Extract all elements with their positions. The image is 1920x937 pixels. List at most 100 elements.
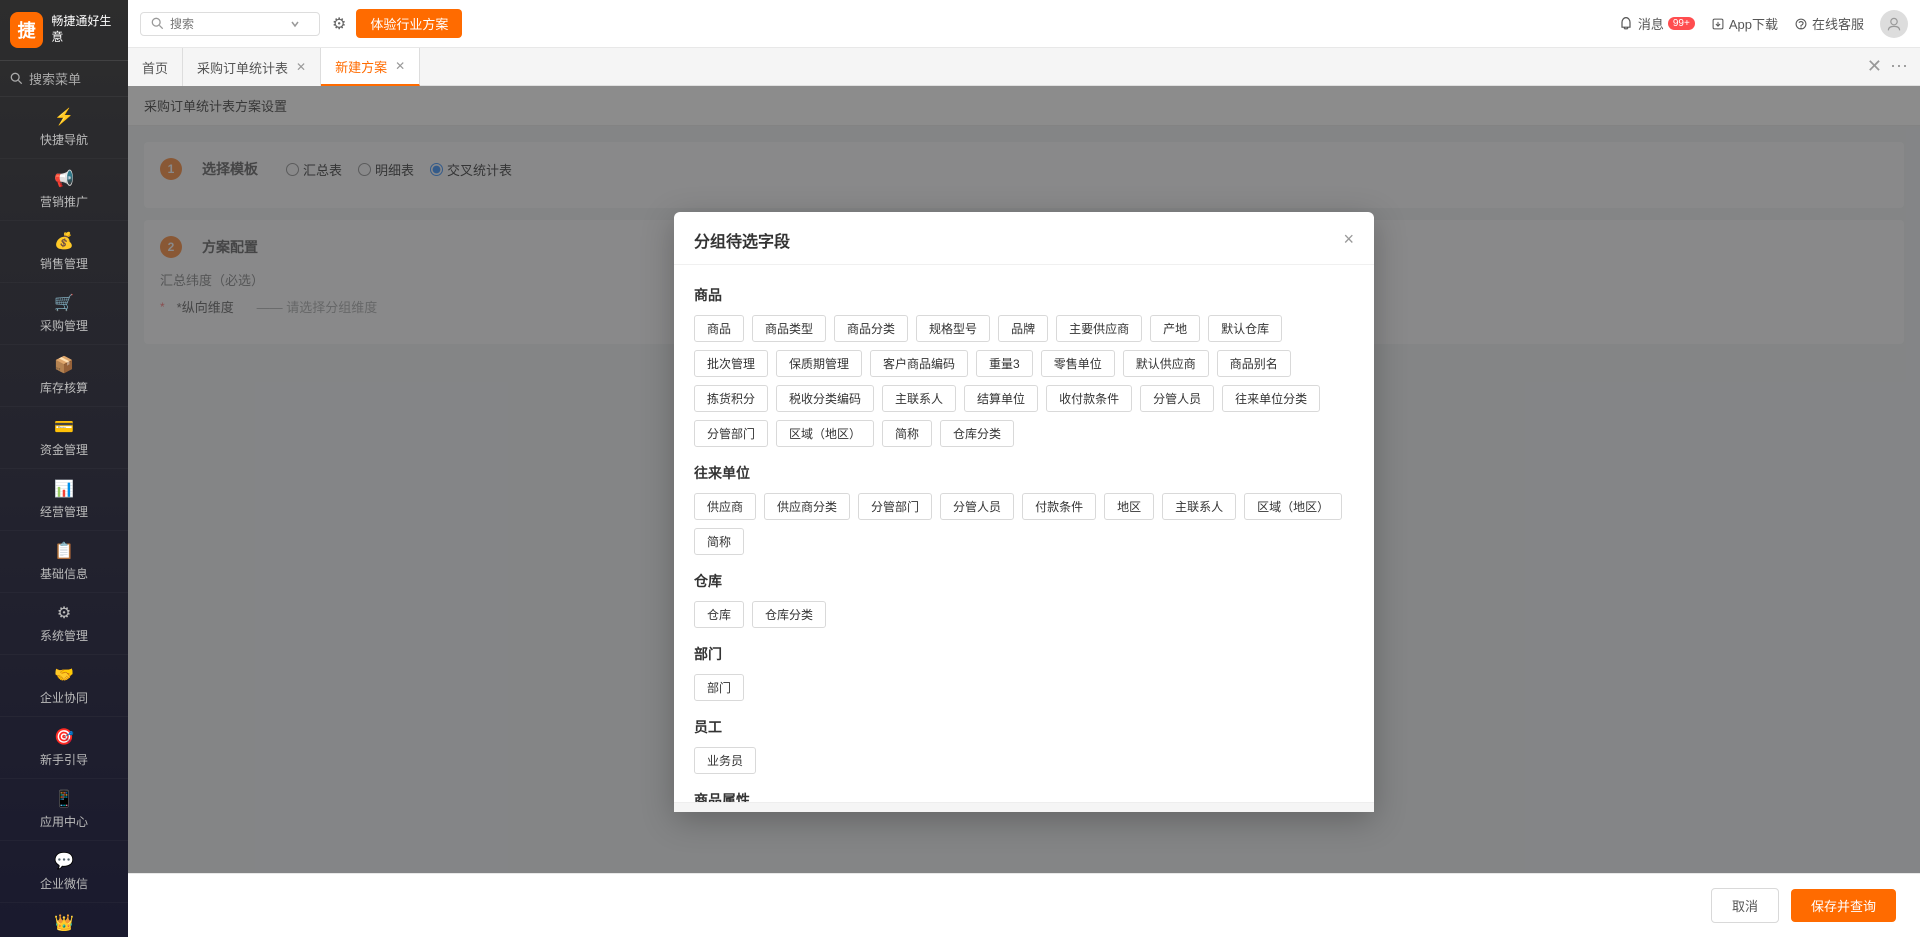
tag-税收分类编码[interactable]: 税收分类编码 <box>776 385 874 412</box>
topbar: ⚙ 体验行业方案 消息 99+ App下载 在线客服 <box>128 0 1920 48</box>
modal-overlay: 分组待选字段 × 商品商品商品类型商品分类规格型号品牌主要供应商产地默认仓库批次… <box>128 86 1920 937</box>
quick-nav-icon: ⚡ <box>54 107 74 127</box>
tag-产地[interactable]: 产地 <box>1150 315 1200 342</box>
sidebar-item-label: 库存核算 <box>40 379 88 396</box>
tag-保质期管理[interactable]: 保质期管理 <box>776 350 862 377</box>
section-title-department: 部门 <box>694 644 1354 664</box>
tag-区域（地区）[interactable]: 区域（地区） <box>776 420 874 447</box>
topbar-gear-icon[interactable]: ⚙ <box>332 14 346 34</box>
modal-title: 分组待选字段 <box>694 228 790 252</box>
tag-供应商分类[interactable]: 供应商分类 <box>764 493 850 520</box>
tabbar: 首页采购订单统计表✕新建方案✕ ✕ ⋯ <box>128 48 1920 86</box>
section-title-goods: 商品 <box>694 285 1354 305</box>
sidebar-item-quick-nav[interactable]: ⚡快捷导航 <box>0 97 128 159</box>
tag-付款条件[interactable]: 付款条件 <box>1022 493 1096 520</box>
corp-wechat-icon: 💬 <box>54 851 74 871</box>
download-icon <box>1711 17 1725 31</box>
sidebar-item-operations[interactable]: 📊经营管理 <box>0 469 128 531</box>
tag-分管部门[interactable]: 分管部门 <box>694 420 768 447</box>
sidebar-item-corp-collab[interactable]: 🤝企业协同 <box>0 655 128 717</box>
sidebar-item-label: 系统管理 <box>40 627 88 644</box>
inventory-icon: 📦 <box>54 355 74 375</box>
sidebar-item-label: 企业微信 <box>40 875 88 892</box>
tab-close-icon[interactable]: ✕ <box>395 59 405 73</box>
tag-商品[interactable]: 商品 <box>694 315 744 342</box>
tag-部门[interactable]: 部门 <box>694 674 744 701</box>
tag-简称[interactable]: 简称 <box>882 420 932 447</box>
tag-仓库分类[interactable]: 仓库分类 <box>940 420 1014 447</box>
topbar-search-input[interactable] <box>170 17 290 31</box>
tag-group-partner: 供应商供应商分类分管部门分管人员付款条件地区主联系人区域（地区） 简称 <box>694 493 1354 555</box>
tab-bar-more-icon[interactable]: ⋯ <box>1890 56 1908 77</box>
tag-规格型号[interactable]: 规格型号 <box>916 315 990 342</box>
tag-客户商品编码[interactable]: 客户商品编码 <box>870 350 968 377</box>
tag-分管人员[interactable]: 分管人员 <box>940 493 1014 520</box>
sidebar-item-base-info[interactable]: 📋基础信息 <box>0 531 128 593</box>
tag-简称[interactable]: 简称 <box>694 528 744 555</box>
sidebar-item-label: 营销推广 <box>40 193 88 210</box>
tag-商品分类[interactable]: 商品分类 <box>834 315 908 342</box>
tag-业务员[interactable]: 业务员 <box>694 747 756 774</box>
tag-重量3[interactable]: 重量3 <box>976 350 1033 377</box>
logo-text: 畅捷通好生意 <box>51 14 118 45</box>
tab-label: 采购订单统计表 <box>197 58 288 77</box>
cancel-button[interactable]: 取消 <box>1711 888 1779 923</box>
tab-new-plan[interactable]: 新建方案✕ <box>321 48 420 86</box>
tag-分管人员[interactable]: 分管人员 <box>1140 385 1214 412</box>
tag-主要供应商[interactable]: 主要供应商 <box>1056 315 1142 342</box>
modal-dialog: 分组待选字段 × 商品商品商品类型商品分类规格型号品牌主要供应商产地默认仓库批次… <box>674 212 1374 812</box>
tag-默认仓库[interactable]: 默认仓库 <box>1208 315 1282 342</box>
sidebar: 捷 畅捷通好生意 搜索菜单 ⚡快捷导航📢营销推广💰销售管理🛒采购管理📦库存核算💳… <box>0 0 128 937</box>
tag-仓库分类[interactable]: 仓库分类 <box>752 601 826 628</box>
tag-批次管理[interactable]: 批次管理 <box>694 350 768 377</box>
tag-商品类型[interactable]: 商品类型 <box>752 315 826 342</box>
tab-purchase-stats[interactable]: 采购订单统计表 ✕ <box>183 48 321 86</box>
tag-零售单位[interactable]: 零售单位 <box>1041 350 1115 377</box>
user-avatar[interactable] <box>1880 10 1908 38</box>
tag-地区[interactable]: 地区 <box>1104 493 1154 520</box>
sidebar-item-system[interactable]: ⚙系统管理 <box>0 593 128 655</box>
section-title-product-attr: 商品属性 <box>694 790 1354 802</box>
sidebar-item-marketing[interactable]: 📢营销推广 <box>0 159 128 221</box>
tag-收付款条件[interactable]: 收付款条件 <box>1046 385 1132 412</box>
sidebar-item-finance[interactable]: 💳资金管理 <box>0 407 128 469</box>
sidebar-item-sales[interactable]: 💰销售管理 <box>0 221 128 283</box>
notification-item[interactable]: 消息 99+ <box>1618 14 1695 33</box>
page-footer: 取消 保存并查询 <box>128 873 1920 937</box>
tag-结算单位[interactable]: 结算单位 <box>964 385 1038 412</box>
tag-分管部门[interactable]: 分管部门 <box>858 493 932 520</box>
online-service-item[interactable]: 在线客服 <box>1794 14 1864 33</box>
tag-供应商[interactable]: 供应商 <box>694 493 756 520</box>
tag-区域（地区）[interactable]: 区域（地区） <box>1244 493 1342 520</box>
sidebar-item-corp-wechat[interactable]: 💬 企业微信 <box>0 841 128 903</box>
sidebar-search[interactable]: 搜索菜单 <box>0 61 128 97</box>
operations-icon: 📊 <box>54 479 74 499</box>
tab-bar-close-icon[interactable]: ✕ <box>1867 56 1882 77</box>
tag-主联系人[interactable]: 主联系人 <box>882 385 956 412</box>
sidebar-item-new-guide[interactable]: 🎯新手引导 <box>0 717 128 779</box>
tag-group-employee: 业务员 <box>694 747 1354 774</box>
modal-horizontal-scrollbar[interactable] <box>674 802 1374 812</box>
base-info-icon: 📋 <box>54 541 74 561</box>
tab-close-icon[interactable]: ✕ <box>296 60 306 74</box>
sidebar-item-app-center[interactable]: 📱应用中心 <box>0 779 128 841</box>
sidebar-item-purchase[interactable]: 🛒采购管理 <box>0 283 128 345</box>
experience-plan-button[interactable]: 体验行业方案 <box>356 9 462 38</box>
sidebar-item-inventory[interactable]: 📦 库存核算 <box>0 345 128 407</box>
save-query-button[interactable]: 保存并查询 <box>1791 889 1896 922</box>
tag-主联系人[interactable]: 主联系人 <box>1162 493 1236 520</box>
tag-品牌[interactable]: 品牌 <box>998 315 1048 342</box>
tag-仓库[interactable]: 仓库 <box>694 601 744 628</box>
sidebar-item-member[interactable]: 👑畅会员 <box>0 903 128 937</box>
sidebar-item-label: 企业协同 <box>40 689 88 706</box>
topbar-search-box[interactable] <box>140 12 320 36</box>
tab-home[interactable]: 首页 <box>128 48 183 86</box>
tag-商品别名[interactable]: 商品别名 <box>1217 350 1291 377</box>
finance-icon: 💳 <box>54 417 74 437</box>
app-download-item[interactable]: App下载 <box>1711 14 1778 33</box>
topbar-search-icon <box>151 17 164 30</box>
modal-close-button[interactable]: × <box>1343 229 1354 250</box>
tag-拣货积分[interactable]: 拣货积分 <box>694 385 768 412</box>
tag-往来单位分类[interactable]: 往来单位分类 <box>1222 385 1320 412</box>
tag-默认供应商[interactable]: 默认供应商 <box>1123 350 1209 377</box>
